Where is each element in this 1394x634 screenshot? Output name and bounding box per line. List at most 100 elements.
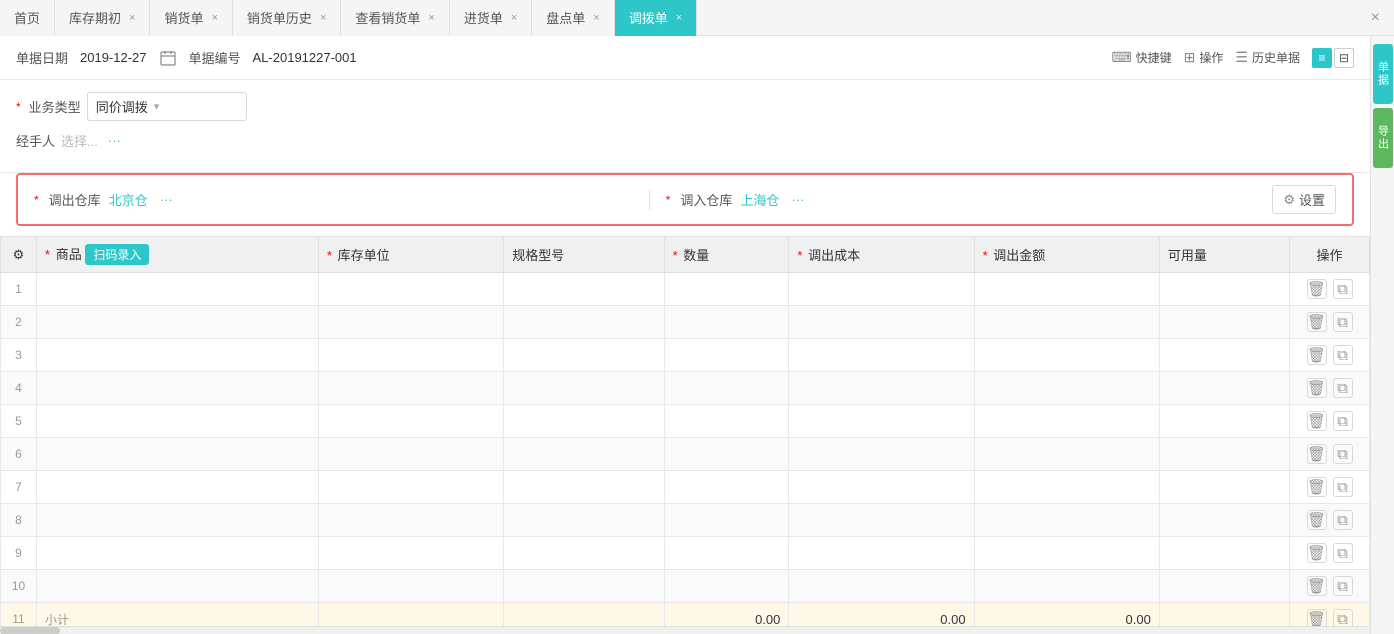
copy-icon-7[interactable]: ⧉	[1333, 477, 1353, 497]
tab-sales-history-close[interactable]: ×	[320, 12, 326, 24]
tab-stocktake[interactable]: 盘点单 ×	[532, 0, 614, 36]
layout-list-icon[interactable]: ≡	[1312, 48, 1332, 68]
cell-quantity-5[interactable]	[664, 405, 789, 438]
tab-sales-order[interactable]: 销货单 ×	[150, 0, 232, 36]
cell-amount-3[interactable]	[974, 339, 1159, 372]
cell-spec-7[interactable]	[504, 471, 664, 504]
horizontal-scrollbar[interactable]	[0, 626, 1370, 634]
cell-available-10[interactable]	[1159, 570, 1289, 603]
subtotal-copy-icon[interactable]: ⧉	[1333, 609, 1353, 626]
copy-icon-6[interactable]: ⧉	[1333, 444, 1353, 464]
tab-home[interactable]: 首页	[0, 0, 55, 36]
cell-available-1[interactable]	[1159, 273, 1289, 306]
cell-quantity-10[interactable]	[664, 570, 789, 603]
cell-spec-9[interactable]	[504, 537, 664, 570]
export-panel-btn[interactable]: 导出	[1373, 108, 1393, 168]
cell-cost-3[interactable]	[789, 339, 974, 372]
delete-icon-2[interactable]: 🗑	[1307, 312, 1327, 332]
shortcuts-button[interactable]: ⌨ 快捷键	[1111, 49, 1171, 66]
delete-icon-7[interactable]: 🗑	[1307, 477, 1327, 497]
delete-icon-9[interactable]: 🗑	[1307, 543, 1327, 563]
manager-more-btn[interactable]: ···	[108, 133, 121, 148]
cell-amount-10[interactable]	[974, 570, 1159, 603]
cell-cost-8[interactable]	[789, 504, 974, 537]
tab-transfer[interactable]: 调拨单 ×	[615, 0, 697, 36]
cell-product-1[interactable]	[37, 273, 319, 306]
tab-view-sales-close[interactable]: ×	[428, 12, 434, 24]
cell-available-8[interactable]	[1159, 504, 1289, 537]
cell-product-2[interactable]	[37, 306, 319, 339]
cell-unit-8[interactable]	[318, 504, 503, 537]
in-warehouse-value[interactable]: 上海仓	[740, 190, 779, 209]
cell-unit-10[interactable]	[318, 570, 503, 603]
scrollbar-thumb[interactable]	[0, 627, 60, 634]
cell-cost-2[interactable]	[789, 306, 974, 339]
delete-icon-5[interactable]: 🗑	[1307, 411, 1327, 431]
out-warehouse-value[interactable]: 北京仓	[109, 190, 148, 209]
copy-icon-9[interactable]: ⧉	[1333, 543, 1353, 563]
cell-product-7[interactable]	[37, 471, 319, 504]
cell-spec-10[interactable]	[504, 570, 664, 603]
cell-unit-6[interactable]	[318, 438, 503, 471]
cell-amount-5[interactable]	[974, 405, 1159, 438]
cell-available-2[interactable]	[1159, 306, 1289, 339]
cell-product-6[interactable]	[37, 438, 319, 471]
out-warehouse-more-btn[interactable]: ···	[160, 192, 173, 207]
tab-sales-history[interactable]: 销货单历史 ×	[233, 0, 341, 36]
cell-spec-2[interactable]	[504, 306, 664, 339]
th-gear[interactable]: ⚙	[1, 237, 37, 273]
scan-button[interactable]: 扫码录入	[85, 244, 149, 265]
cell-unit-4[interactable]	[318, 372, 503, 405]
cell-product-9[interactable]	[37, 537, 319, 570]
tab-transfer-close[interactable]: ×	[676, 12, 682, 24]
copy-icon-8[interactable]: ⧉	[1333, 510, 1353, 530]
cell-quantity-7[interactable]	[664, 471, 789, 504]
in-warehouse-more-btn[interactable]: ···	[791, 192, 804, 207]
cell-spec-3[interactable]	[504, 339, 664, 372]
cell-cost-5[interactable]	[789, 405, 974, 438]
layout-grid-icon[interactable]: ⊟	[1334, 48, 1354, 68]
tab-inventory-init[interactable]: 库存期初 ×	[55, 0, 150, 36]
cell-amount-9[interactable]	[974, 537, 1159, 570]
cell-amount-8[interactable]	[974, 504, 1159, 537]
cell-unit-1[interactable]	[318, 273, 503, 306]
business-type-select[interactable]: 同价调拨 ▾	[87, 92, 247, 121]
copy-icon-3[interactable]: ⧉	[1333, 345, 1353, 365]
operations-button[interactable]: ⊞ 操作	[1184, 49, 1224, 66]
cell-available-6[interactable]	[1159, 438, 1289, 471]
cell-amount-7[interactable]	[974, 471, 1159, 504]
copy-icon-1[interactable]: ⧉	[1333, 279, 1353, 299]
cell-available-5[interactable]	[1159, 405, 1289, 438]
tab-purchase-order[interactable]: 进货单 ×	[450, 0, 532, 36]
tab-sales-order-close[interactable]: ×	[211, 12, 217, 24]
tab-stocktake-close[interactable]: ×	[593, 12, 599, 24]
cell-amount-6[interactable]	[974, 438, 1159, 471]
cell-spec-5[interactable]	[504, 405, 664, 438]
subtotal-delete-icon[interactable]: 🗑	[1307, 609, 1327, 626]
cell-quantity-3[interactable]	[664, 339, 789, 372]
cell-unit-3[interactable]	[318, 339, 503, 372]
cell-amount-4[interactable]	[974, 372, 1159, 405]
cell-unit-5[interactable]	[318, 405, 503, 438]
copy-icon-4[interactable]: ⧉	[1333, 378, 1353, 398]
copy-icon-10[interactable]: ⧉	[1333, 576, 1353, 596]
delete-icon-4[interactable]: 🗑	[1307, 378, 1327, 398]
cell-quantity-2[interactable]	[664, 306, 789, 339]
cell-product-4[interactable]	[37, 372, 319, 405]
cell-cost-10[interactable]	[789, 570, 974, 603]
tab-inventory-init-close[interactable]: ×	[129, 12, 135, 24]
tab-view-sales[interactable]: 查看销货单 ×	[341, 0, 449, 36]
window-close-button[interactable]: ×	[1357, 9, 1394, 27]
cell-spec-4[interactable]	[504, 372, 664, 405]
cell-available-7[interactable]	[1159, 471, 1289, 504]
cell-unit-9[interactable]	[318, 537, 503, 570]
cell-quantity-8[interactable]	[664, 504, 789, 537]
settings-button[interactable]: ⚙ 设置	[1272, 185, 1336, 214]
gear-icon[interactable]: ⚙	[13, 247, 25, 262]
cell-available-9[interactable]	[1159, 537, 1289, 570]
cell-quantity-6[interactable]	[664, 438, 789, 471]
cell-product-10[interactable]	[37, 570, 319, 603]
delete-icon-8[interactable]: 🗑	[1307, 510, 1327, 530]
cell-amount-1[interactable]	[974, 273, 1159, 306]
cell-cost-7[interactable]	[789, 471, 974, 504]
